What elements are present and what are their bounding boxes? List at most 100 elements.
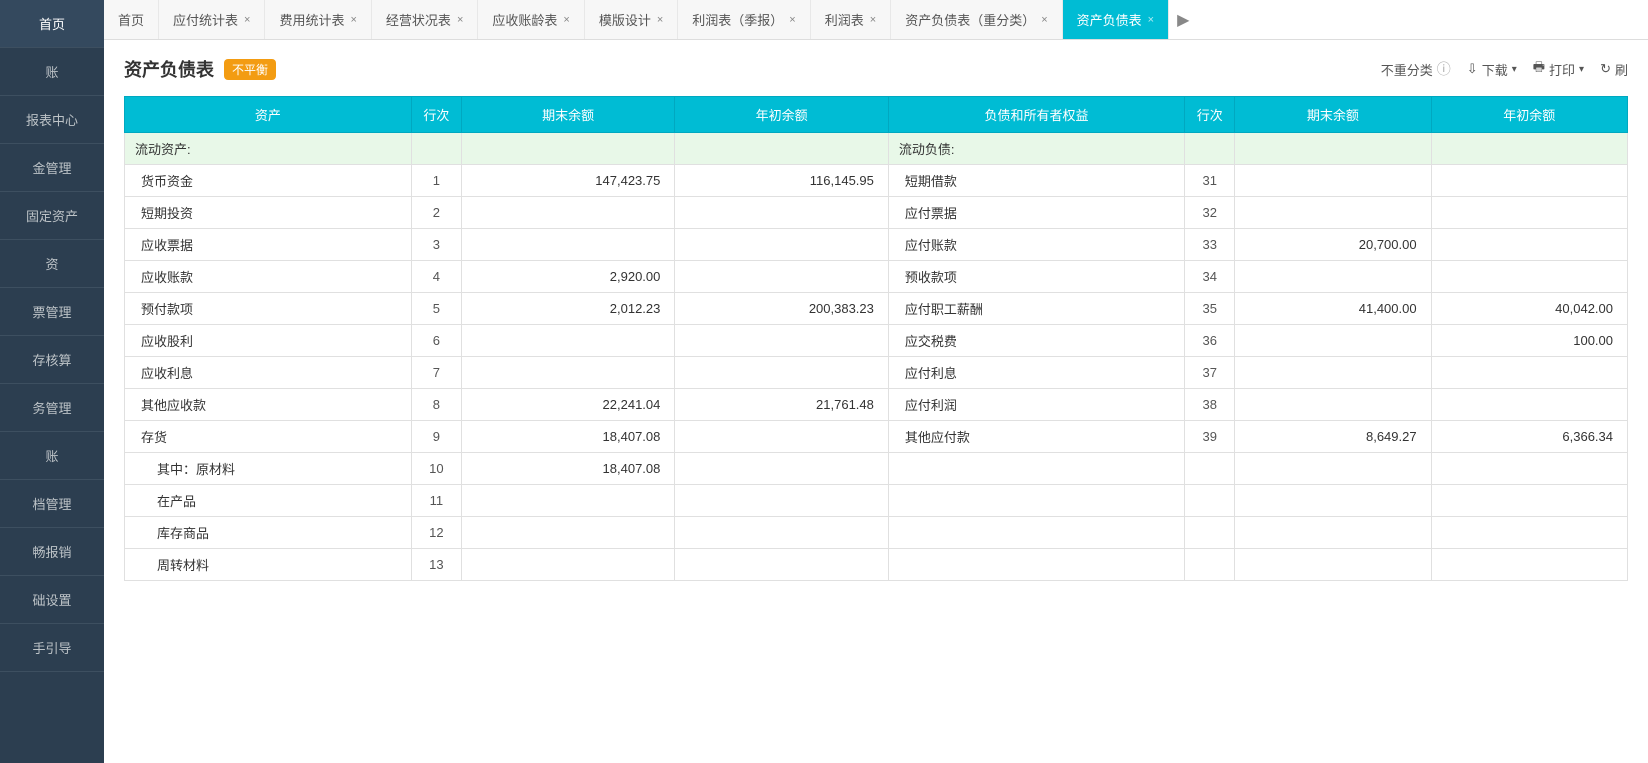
asset-label[interactable]: 其中：原材料 bbox=[125, 453, 412, 485]
tab-template[interactable]: 模版设计 × bbox=[585, 0, 678, 40]
liability-label[interactable]: 应付职工薪酬 bbox=[888, 293, 1184, 325]
tab-balance[interactable]: 资产负债表 × bbox=[1063, 0, 1169, 40]
sidebar-item-inventory[interactable]: 存核算 bbox=[0, 336, 104, 384]
tab-close-expense[interactable]: × bbox=[350, 14, 356, 26]
asset-label[interactable]: 其他应收款 bbox=[125, 389, 412, 421]
year-begin-right[interactable] bbox=[1431, 229, 1627, 261]
tab-close-accounts-payable[interactable]: × bbox=[244, 14, 250, 26]
period-end-right[interactable] bbox=[1235, 357, 1431, 389]
period-end-right[interactable] bbox=[1235, 261, 1431, 293]
classify-action[interactable]: 不重分类 ⓘ bbox=[1381, 59, 1451, 79]
year-begin-left[interactable] bbox=[675, 197, 889, 229]
download-action[interactable]: ⇩ 下载 ▾ bbox=[1467, 60, 1517, 79]
period-end-left[interactable]: 18,407.08 bbox=[461, 453, 675, 485]
year-begin-left[interactable] bbox=[675, 453, 889, 485]
liability-label[interactable]: 应付利润 bbox=[888, 389, 1184, 421]
period-end-left[interactable]: 2,012.23 bbox=[461, 293, 675, 325]
sidebar-item-archive[interactable]: 档管理 bbox=[0, 480, 104, 528]
period-end-right[interactable]: 41,400.00 bbox=[1235, 293, 1431, 325]
period-end-left[interactable] bbox=[461, 325, 675, 357]
period-end-right[interactable]: 8,649.27 bbox=[1235, 421, 1431, 453]
period-end-left[interactable]: 147,423.75 bbox=[461, 165, 675, 197]
liability-label[interactable]: 其他应付款 bbox=[888, 421, 1184, 453]
tab-close-ar-aging[interactable]: × bbox=[563, 14, 569, 26]
liability-label[interactable]: 应交税费 bbox=[888, 325, 1184, 357]
sidebar-item-fixed-assets[interactable]: 固定资产 bbox=[0, 192, 104, 240]
sidebar-item-settings[interactable]: 础设置 bbox=[0, 576, 104, 624]
period-end-right[interactable] bbox=[1235, 325, 1431, 357]
year-begin-right[interactable] bbox=[1431, 549, 1627, 581]
year-begin-right[interactable] bbox=[1431, 197, 1627, 229]
year-begin-left[interactable] bbox=[675, 325, 889, 357]
year-begin-left[interactable] bbox=[675, 261, 889, 293]
tab-close-operations[interactable]: × bbox=[457, 14, 463, 26]
liability-label[interactable]: 应付票据 bbox=[888, 197, 1184, 229]
liability-label[interactable] bbox=[888, 485, 1184, 517]
asset-label[interactable]: 应收利息 bbox=[125, 357, 412, 389]
tab-close-balance-reclassified[interactable]: × bbox=[1041, 14, 1047, 26]
year-begin-right[interactable] bbox=[1431, 357, 1627, 389]
period-end-right[interactable] bbox=[1235, 453, 1431, 485]
asset-label[interactable]: 库存商品 bbox=[125, 517, 412, 549]
period-end-left[interactable] bbox=[461, 485, 675, 517]
tab-close-profit-quarterly[interactable]: × bbox=[789, 14, 795, 26]
year-begin-left[interactable] bbox=[675, 549, 889, 581]
sidebar-item-home[interactable]: 首页 bbox=[0, 0, 104, 48]
year-begin-left[interactable]: 200,383.23 bbox=[675, 293, 889, 325]
asset-label[interactable]: 在产品 bbox=[125, 485, 412, 517]
period-end-right[interactable] bbox=[1235, 389, 1431, 421]
tab-close-template[interactable]: × bbox=[657, 14, 663, 26]
asset-label[interactable]: 周转材料 bbox=[125, 549, 412, 581]
tab-close-profit[interactable]: × bbox=[870, 14, 876, 26]
tab-ar-aging[interactable]: 应收账龄表 × bbox=[478, 0, 584, 40]
sidebar-item-account[interactable]: 账 bbox=[0, 48, 104, 96]
tab-profit-quarterly[interactable]: 利润表（季报） × bbox=[678, 0, 810, 40]
asset-label[interactable]: 短期投资 bbox=[125, 197, 412, 229]
year-begin-left[interactable] bbox=[675, 357, 889, 389]
period-end-right[interactable] bbox=[1235, 549, 1431, 581]
year-begin-left[interactable]: 116,145.95 bbox=[675, 165, 889, 197]
tab-profit[interactable]: 利润表 × bbox=[811, 0, 891, 40]
year-begin-right[interactable]: 100.00 bbox=[1431, 325, 1627, 357]
tab-accounts-payable[interactable]: 应付统计表 × bbox=[159, 0, 265, 40]
tab-expense[interactable]: 费用统计表 × bbox=[265, 0, 371, 40]
year-begin-right[interactable] bbox=[1431, 389, 1627, 421]
asset-label[interactable]: 应收票据 bbox=[125, 229, 412, 261]
sidebar-item-business-mgmt[interactable]: 务管理 bbox=[0, 384, 104, 432]
year-begin-left[interactable] bbox=[675, 485, 889, 517]
year-begin-right[interactable] bbox=[1431, 453, 1627, 485]
year-begin-right[interactable] bbox=[1431, 261, 1627, 293]
refresh-action[interactable]: ↻ 刷 bbox=[1600, 60, 1628, 79]
tab-operations[interactable]: 经营状况表 × bbox=[372, 0, 478, 40]
period-end-right[interactable] bbox=[1235, 485, 1431, 517]
period-end-right[interactable] bbox=[1235, 165, 1431, 197]
year-begin-right[interactable] bbox=[1431, 517, 1627, 549]
year-begin-left[interactable] bbox=[675, 229, 889, 261]
tab-scroll-right[interactable]: ▶ bbox=[1169, 0, 1197, 40]
asset-label[interactable]: 存货 bbox=[125, 421, 412, 453]
period-end-left[interactable]: 22,241.04 bbox=[461, 389, 675, 421]
year-begin-left[interactable] bbox=[675, 421, 889, 453]
liability-label[interactable]: 预收款项 bbox=[888, 261, 1184, 293]
sidebar-item-fund-mgmt[interactable]: 金管理 bbox=[0, 144, 104, 192]
tab-close-balance[interactable]: × bbox=[1148, 14, 1154, 26]
liability-label[interactable]: 应付利息 bbox=[888, 357, 1184, 389]
sidebar-item-report-center[interactable]: 报表中心 bbox=[0, 96, 104, 144]
period-end-left[interactable] bbox=[461, 229, 675, 261]
asset-label[interactable]: 应收账款 bbox=[125, 261, 412, 293]
liability-label[interactable]: 短期借款 bbox=[888, 165, 1184, 197]
print-action[interactable]: 🖶 打印 ▾ bbox=[1533, 58, 1584, 80]
period-end-right[interactable] bbox=[1235, 517, 1431, 549]
year-begin-right[interactable] bbox=[1431, 165, 1627, 197]
liability-label[interactable]: 应付账款 bbox=[888, 229, 1184, 261]
tab-balance-reclassified[interactable]: 资产负债表（重分类） × bbox=[891, 0, 1062, 40]
year-begin-left[interactable]: 21,761.48 bbox=[675, 389, 889, 421]
liability-label[interactable] bbox=[888, 517, 1184, 549]
tab-home[interactable]: 首页 bbox=[104, 0, 159, 40]
liability-label[interactable] bbox=[888, 453, 1184, 485]
sidebar-item-expense[interactable]: 畅报销 bbox=[0, 528, 104, 576]
period-end-right[interactable]: 20,700.00 bbox=[1235, 229, 1431, 261]
period-end-left[interactable]: 18,407.08 bbox=[461, 421, 675, 453]
sidebar-item-guide[interactable]: 手引导 bbox=[0, 624, 104, 672]
year-begin-left[interactable] bbox=[675, 517, 889, 549]
